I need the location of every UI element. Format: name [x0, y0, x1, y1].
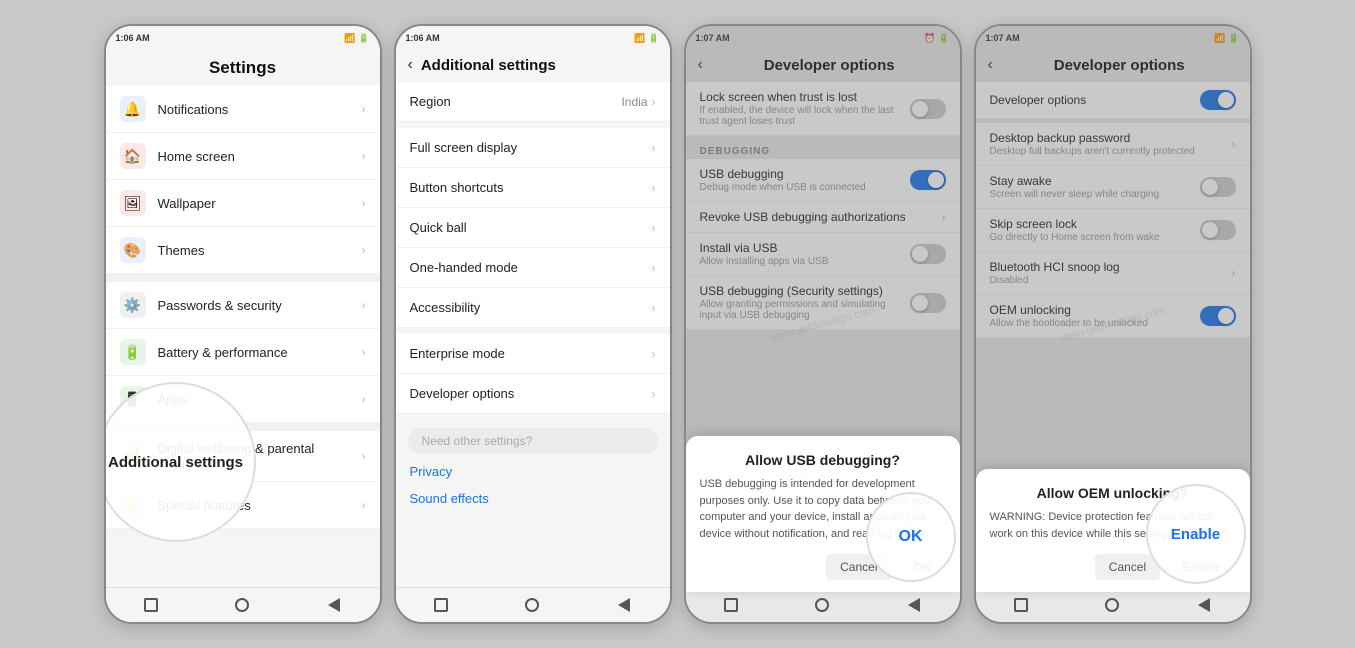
phone-screen-4: 1:07 AM 📶 🔋 ‹ Developer options Develope… [974, 24, 1252, 624]
status-icons-2: 📶 🔋 [634, 33, 659, 44]
settings-item-themes[interactable]: 🎨 Themes › [106, 227, 380, 274]
status-bar-2: 1:06 AM 📶 🔋 [396, 26, 670, 48]
fullscreen-item[interactable]: Full screen display › [396, 128, 670, 168]
settings-title: Settings [106, 48, 380, 86]
nav-circle-2[interactable] [521, 594, 543, 616]
phone-screen-2: 1:06 AM 📶 🔋 ‹ Additional settings Region… [394, 24, 672, 624]
phone-screen-3: 1:07 AM ⏰ 🔋 ‹ Developer options Lock scr… [684, 24, 962, 624]
nav-square-1[interactable] [140, 594, 162, 616]
developer-options-arrow-2: › [652, 387, 656, 401]
settings-item-battery[interactable]: 🔋 Battery & performance › [106, 329, 380, 376]
one-handed-arrow: › [652, 261, 656, 275]
divider-1 [106, 274, 380, 282]
battery-label: Battery & performance [158, 345, 362, 360]
wallpaper-icon: 🖼 [120, 190, 146, 216]
button-shortcuts-item[interactable]: Button shortcuts › [396, 168, 670, 208]
ok-circle: OK [866, 492, 956, 582]
homescreen-icon: 🏠 [120, 143, 146, 169]
nav-back-1[interactable] [323, 594, 345, 616]
nav-back-4[interactable] [1193, 594, 1215, 616]
settings-item-homescreen[interactable]: 🏠 Home screen › [106, 133, 380, 180]
button-shortcuts-arrow: › [652, 181, 656, 195]
nav-bar-2 [396, 587, 670, 622]
region-value: India [621, 95, 647, 109]
additional-settings-screen: ‹ Additional settings Region India › Ful… [396, 48, 670, 587]
time-2: 1:06 AM [406, 33, 440, 43]
back-button-2[interactable]: ‹ [408, 56, 413, 74]
passwords-label: Passwords & security [158, 298, 362, 313]
status-bar-1: 1:06 AM 📶 🔋 [106, 26, 380, 48]
nav-circle-3[interactable] [811, 594, 833, 616]
quick-ball-arrow: › [652, 221, 656, 235]
quick-ball-item[interactable]: Quick ball › [396, 208, 670, 248]
nav-back-2[interactable] [613, 594, 635, 616]
nav-bar-3 [686, 587, 960, 622]
nav-bar-4 [976, 587, 1250, 622]
circle-label: Additional settings [108, 454, 243, 471]
themes-label: Themes [158, 243, 362, 258]
region-arrow: › [652, 95, 656, 109]
oem-cancel-button[interactable]: Cancel [1095, 554, 1160, 580]
region-label: Region [410, 94, 622, 109]
notifications-label: Notifications [158, 102, 362, 117]
wallpaper-label: Wallpaper [158, 196, 362, 211]
enterprise-item[interactable]: Enterprise mode › [396, 334, 670, 374]
enable-circle: Enable [1146, 484, 1246, 584]
region-item[interactable]: Region India › [396, 82, 670, 122]
nav-back-3[interactable] [903, 594, 925, 616]
passwords-icon: ⚙️ [120, 292, 146, 318]
accessibility-label: Accessibility [410, 300, 652, 315]
additional-title: Additional settings [421, 57, 556, 74]
apps-arrow: › [362, 392, 366, 406]
wallpaper-arrow: › [362, 196, 366, 210]
accessibility-arrow: › [652, 301, 656, 315]
ok-circle-label: OK [899, 528, 923, 546]
one-handed-item[interactable]: One-handed mode › [396, 248, 670, 288]
privacy-link[interactable]: Privacy [396, 458, 670, 485]
signal-icon-2: 📶 [634, 33, 645, 44]
notifications-arrow: › [362, 102, 366, 116]
developer-options-item-2[interactable]: Developer options › [396, 374, 670, 414]
time-1: 1:06 AM [116, 33, 150, 43]
signal-icon: 📶 [344, 33, 355, 44]
quick-ball-label: Quick ball [410, 220, 652, 235]
fullscreen-label: Full screen display [410, 140, 652, 155]
phone-screen-1: 1:06 AM 📶 🔋 Settings 🔔 Notifications › 🏠… [104, 24, 382, 624]
nav-square-4[interactable] [1010, 594, 1032, 616]
battery-icon-2: 🔋 [648, 33, 659, 44]
notifications-icon: 🔔 [120, 96, 146, 122]
sound-effects-link[interactable]: Sound effects [396, 485, 670, 512]
digital-arrow: › [362, 449, 366, 463]
additional-header: ‹ Additional settings [396, 48, 670, 82]
search-other-settings[interactable]: Need other settings? [408, 428, 658, 454]
one-handed-label: One-handed mode [410, 260, 652, 275]
status-icons-1: 📶 🔋 [344, 33, 369, 44]
battery-arrow: › [362, 345, 366, 359]
button-shortcuts-label: Button shortcuts [410, 180, 652, 195]
enterprise-arrow: › [652, 347, 656, 361]
special-arrow: › [362, 498, 366, 512]
nav-square-2[interactable] [430, 594, 452, 616]
nav-circle-1[interactable] [231, 594, 253, 616]
usb-dialog-title: Allow USB debugging? [700, 452, 946, 468]
settings-item-passwords[interactable]: ⚙️ Passwords & security › [106, 282, 380, 329]
enable-circle-label: Enable [1171, 526, 1220, 543]
accessibility-item[interactable]: Accessibility › [396, 288, 670, 328]
settings-item-wallpaper[interactable]: 🖼 Wallpaper › [106, 180, 380, 227]
nav-bar-1 [106, 587, 380, 622]
battery-icon: 🔋 [120, 339, 146, 365]
wifi-icon: 🔋 [358, 33, 369, 44]
settings-item-notifications[interactable]: 🔔 Notifications › [106, 86, 380, 133]
nav-circle-4[interactable] [1101, 594, 1123, 616]
enterprise-label: Enterprise mode [410, 346, 652, 361]
themes-arrow: › [362, 243, 366, 257]
passwords-arrow: › [362, 298, 366, 312]
homescreen-label: Home screen [158, 149, 362, 164]
homescreen-arrow: › [362, 149, 366, 163]
themes-icon: 🎨 [120, 237, 146, 263]
additional-settings-circle: Additional settings [104, 382, 256, 542]
nav-square-3[interactable] [720, 594, 742, 616]
developer-options-label-2: Developer options [410, 386, 652, 401]
fullscreen-arrow: › [652, 141, 656, 155]
